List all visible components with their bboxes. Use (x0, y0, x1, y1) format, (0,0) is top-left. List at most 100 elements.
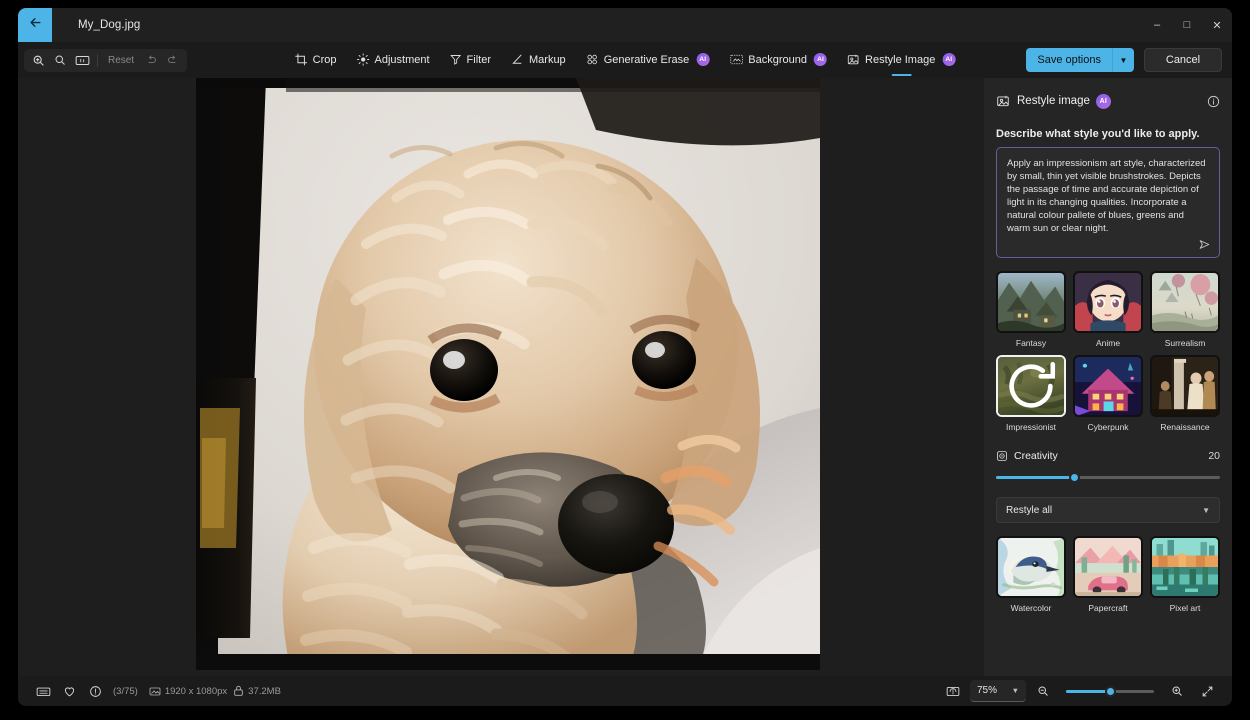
ai-badge: AI (814, 53, 828, 66)
file-size-text: 37.2MB (248, 685, 281, 697)
creativity-label: Creativity (1014, 450, 1058, 462)
minimize-button[interactable]: – (1142, 8, 1172, 42)
status-bar: (3/75) 1920 x 1080px 37.2MB 75% ▼ (18, 676, 1232, 706)
tool-restyle-image[interactable]: Restyle Image AI (838, 48, 964, 72)
creativity-slider[interactable] (996, 468, 1220, 486)
describe-label: Describe what style you'd like to apply. (996, 128, 1200, 140)
zoom-in-icon[interactable] (27, 50, 49, 70)
ai-badge: AI (1095, 93, 1111, 109)
dimensions-text: 1920 x 1080px (164, 685, 228, 697)
crop-icon (295, 53, 308, 66)
zoom-out-icon[interactable] (1030, 680, 1056, 702)
creativity-value: 20 (1208, 450, 1220, 462)
dog-photo (196, 78, 820, 670)
tool-crop[interactable]: Crop (286, 48, 346, 72)
preset-label: Anime (1095, 338, 1121, 348)
image-canvas[interactable] (18, 78, 984, 676)
slider-fill (1066, 689, 1110, 693)
tool-label: Crop (312, 53, 337, 66)
chevron-down-icon: ▼ (1011, 686, 1019, 695)
preset-label: Impressionist (1005, 422, 1057, 432)
chevron-down-icon[interactable]: ▼ (1113, 48, 1134, 72)
chevron-down-icon: ▼ (1202, 505, 1210, 515)
info-circle-icon[interactable] (82, 680, 108, 702)
style-prompt-input[interactable]: Apply an impressionism art style, charac… (996, 147, 1220, 258)
preset-cyberpunk[interactable]: Cyberpunk (1073, 355, 1143, 432)
target-icon (996, 450, 1008, 462)
maximize-button[interactable]: □ (1172, 8, 1202, 42)
slider-thumb[interactable] (1104, 685, 1116, 697)
image-dimensions: 1920 x 1080px (149, 686, 227, 697)
redo-icon[interactable] (162, 50, 184, 70)
cancel-button[interactable]: Cancel (1144, 48, 1222, 72)
ai-badge: AI (696, 53, 710, 66)
image-size-icon (149, 686, 161, 697)
photo-preview[interactable] (196, 78, 820, 670)
window-controls: – □ ✕ (1142, 8, 1232, 42)
tool-label: Filter (466, 53, 491, 66)
tool-filter[interactable]: Filter (441, 48, 500, 72)
info-icon[interactable] (1207, 95, 1220, 108)
tool-background[interactable]: Background AI (720, 48, 836, 72)
pixelart-thumb (1150, 536, 1220, 598)
prompt-text[interactable]: Apply an impressionism art style, charac… (1007, 157, 1209, 235)
preset-fantasy[interactable]: Fantasy (996, 271, 1066, 348)
ai-badge: AI (942, 53, 956, 66)
tool-markup[interactable]: Markup (502, 48, 575, 72)
zoom-level-value: 75% (977, 685, 998, 696)
restyle-icon (847, 53, 860, 66)
document-title: My_Dog.jpg (78, 19, 141, 31)
preset-surrealism[interactable]: Surrealism (1150, 271, 1220, 348)
fantasy-thumb (996, 271, 1066, 333)
style-presets-top: Fantasy Anime Surrealism Impressionist C… (996, 271, 1220, 432)
zoom-out-icon[interactable] (49, 50, 71, 70)
slider-thumb[interactable] (1068, 471, 1080, 483)
style-presets-bottom: Watercolor Papercraft Pixel art (996, 536, 1220, 613)
refresh-icon[interactable] (998, 357, 1064, 415)
filter-icon (450, 53, 462, 66)
undo-icon[interactable] (140, 50, 162, 70)
preset-label: Watercolor (1010, 603, 1052, 613)
save-options-button[interactable]: Save options (1026, 48, 1113, 72)
preset-pixelart[interactable]: Pixel art (1150, 536, 1220, 613)
close-button[interactable]: ✕ (1202, 8, 1232, 42)
preset-renaissance[interactable]: Renaissance (1150, 355, 1220, 432)
renaissance-thumb (1150, 355, 1220, 417)
zoom-level-select[interactable]: 75% ▼ (970, 680, 1026, 702)
fullscreen-icon[interactable] (1194, 680, 1220, 702)
brightness-icon (356, 53, 370, 66)
tool-label: Background (748, 53, 808, 66)
file-size-icon (233, 685, 244, 697)
ribbon-actions: Save options ▼ Cancel (1026, 48, 1232, 72)
tool-adjustment[interactable]: Adjustment (348, 48, 439, 72)
restyle-scope-dropdown[interactable]: Restyle all ▼ (996, 497, 1220, 523)
papercraft-thumb (1073, 536, 1143, 598)
tool-generative-erase[interactable]: Generative Erase AI (577, 48, 719, 72)
editor-body: Restyle image AI Describe what style you… (18, 78, 1232, 676)
preset-papercraft[interactable]: Papercraft (1073, 536, 1143, 613)
zoom-slider[interactable] (1066, 682, 1154, 700)
send-icon[interactable] (1196, 236, 1212, 252)
dropdown-value: Restyle all (1006, 504, 1053, 516)
heart-icon[interactable] (56, 680, 82, 702)
preset-impressionist[interactable]: Impressionist (996, 355, 1066, 432)
filmstrip-icon[interactable] (30, 680, 56, 702)
zoom-controls: 75% ▼ (940, 680, 1220, 702)
title-bar: My_Dog.jpg – □ ✕ (18, 8, 1232, 42)
tool-label: Restyle Image (865, 53, 936, 66)
slider-fill (996, 475, 1075, 479)
zoom-controls-group: Reset (24, 48, 188, 72)
reset-button[interactable]: Reset (102, 55, 140, 66)
actual-size-icon[interactable] (71, 50, 93, 70)
zoom-in-icon[interactable] (1164, 680, 1190, 702)
preset-label: Surrealism (1164, 338, 1206, 348)
tool-label: Generative Erase (603, 53, 690, 66)
cyberpunk-thumb (1073, 355, 1143, 417)
back-button[interactable] (18, 8, 52, 42)
panel-title: Restyle image (1017, 95, 1090, 107)
tool-label: Markup (529, 53, 566, 66)
background-icon (729, 53, 743, 66)
preset-watercolor[interactable]: Watercolor (996, 536, 1066, 613)
compare-icon[interactable] (940, 680, 966, 702)
preset-anime[interactable]: Anime (1073, 271, 1143, 348)
